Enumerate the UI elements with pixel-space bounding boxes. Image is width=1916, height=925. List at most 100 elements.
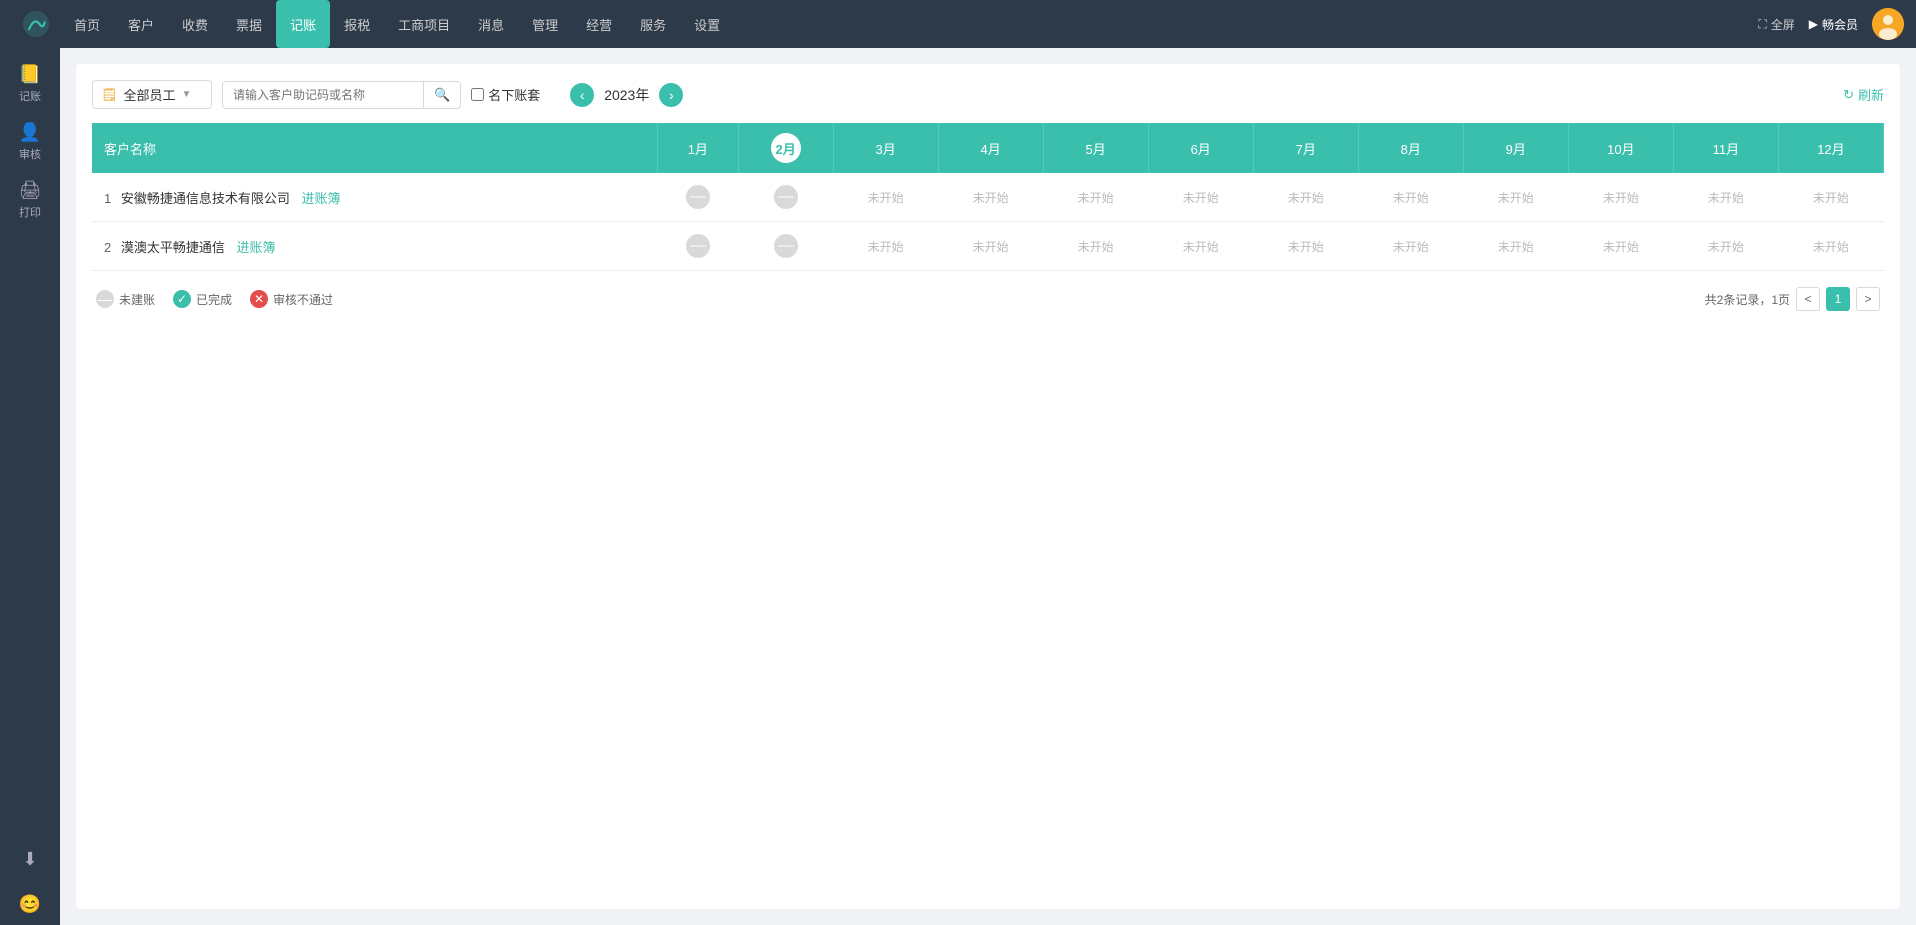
month-cell-m12: 未开始 — [1778, 222, 1883, 271]
fullscreen-icon: ⛶ — [1758, 17, 1766, 32]
month-cell-m1[interactable]: — — [657, 222, 738, 271]
col-header-m6: 6月 — [1148, 123, 1253, 173]
not-started-label: 未开始 — [1078, 240, 1114, 254]
col-header-m9: 9月 — [1463, 123, 1568, 173]
current-month-circle: 2月 — [771, 133, 801, 163]
search-input[interactable] — [223, 83, 423, 107]
col-header-m1: 1月 — [657, 123, 738, 173]
vip-button[interactable]: ▶ 畅会员 — [1809, 16, 1858, 33]
month-cell-m8: 未开始 — [1358, 173, 1463, 222]
col-header-m7: 7月 — [1253, 123, 1358, 173]
not-started-label: 未开始 — [1393, 191, 1429, 205]
refresh-icon: ↻ — [1843, 87, 1854, 103]
not-started-label: 未开始 — [1183, 191, 1219, 205]
support-icon: 😊 — [19, 894, 41, 915]
my-accounts-checkbox[interactable]: 名下账套 — [471, 85, 540, 104]
month-cell-m1[interactable]: — — [657, 173, 738, 222]
refresh-button[interactable]: ↻ 刷新 — [1843, 85, 1884, 104]
table-row: 1 安徽畅捷通信息技术有限公司 进账簿 ——未开始未开始未开始未开始未开始未开始… — [92, 173, 1884, 222]
month-cell-m3: 未开始 — [833, 222, 938, 271]
not-started-label: 未开始 — [1603, 240, 1639, 254]
not-started-label: 未开始 — [868, 191, 904, 205]
not-started-label: 未开始 — [1288, 191, 1324, 205]
sidebar-item-download[interactable]: ⬇ — [2, 841, 58, 878]
my-accounts-check[interactable] — [471, 88, 484, 101]
nav-business[interactable]: 工商项目 — [384, 0, 464, 48]
nav-right: ⛶ 全屏 ▶ 畅会员 — [1758, 8, 1904, 40]
month-cell-m12: 未开始 — [1778, 173, 1883, 222]
prev-page-button[interactable]: < — [1796, 287, 1820, 311]
employee-select[interactable]: 🗒 全部员工 ▼ — [92, 80, 212, 109]
legend-completed: ✓ 已完成 — [173, 290, 232, 308]
not-started-label: 未开始 — [1288, 240, 1324, 254]
nav-service[interactable]: 服务 — [626, 0, 680, 48]
bookkeeping-icon: 📒 — [19, 64, 41, 85]
search-button[interactable]: 🔍 — [423, 82, 460, 108]
month-cell-m8: 未开始 — [1358, 222, 1463, 271]
next-page-button[interactable]: > — [1856, 287, 1880, 311]
month-cell-m2[interactable]: — — [738, 222, 833, 271]
search-box: 🔍 — [222, 81, 461, 109]
month-cell-m2[interactable]: — — [738, 173, 833, 222]
nav-billing[interactable]: 收费 — [168, 0, 222, 48]
fullscreen-button[interactable]: ⛶ 全屏 — [1758, 16, 1794, 33]
not-started-label: 未开始 — [1078, 191, 1114, 205]
col-header-m8: 8月 — [1358, 123, 1463, 173]
legend-rejected: ✕ 审核不通过 — [250, 290, 333, 308]
my-accounts-label: 名下账套 — [488, 85, 540, 104]
nav-manage[interactable]: 管理 — [518, 0, 572, 48]
nav-customer[interactable]: 客户 — [114, 0, 168, 48]
main-content: 🗒 全部员工 ▼ 🔍 名下账套 ‹ 2023年 › ↻ 刷新 — [60, 48, 1916, 925]
page-1-button[interactable]: 1 — [1826, 287, 1850, 311]
month-cell-m4: 未开始 — [938, 222, 1043, 271]
nav-invoice[interactable]: 票据 — [222, 0, 276, 48]
next-year-button[interactable]: › — [659, 83, 683, 107]
status-dash-icon: — — [686, 234, 710, 258]
vip-icon: ▶ — [1809, 17, 1818, 31]
nav-tax[interactable]: 报税 — [330, 0, 384, 48]
nav-bookkeeping[interactable]: 记账 — [276, 0, 330, 48]
prev-year-button[interactable]: ‹ — [570, 83, 594, 107]
sidebar-item-audit[interactable]: 👤 审核 — [2, 114, 58, 170]
print-icon: 🖨 — [19, 180, 42, 201]
not-started-label: 未开始 — [1813, 191, 1849, 205]
nav-home[interactable]: 首页 — [60, 0, 114, 48]
sidebar-item-label: 记账 — [19, 88, 41, 104]
not-started-label: 未开始 — [868, 240, 904, 254]
avatar[interactable] — [1872, 8, 1904, 40]
month-cell-m9: 未开始 — [1463, 222, 1568, 271]
sidebar: 📒 记账 👤 审核 🖨 打印 ⬇ 😊 — [0, 48, 60, 925]
client-name-cell: 2 漠澳太平畅捷通信 进账簿 — [92, 222, 657, 271]
month-cell-m7: 未开始 — [1253, 222, 1358, 271]
enter-ledger-link[interactable]: 进账簿 — [237, 240, 276, 255]
legend: — 未建账 ✓ 已完成 ✕ 审核不通过 — [96, 290, 333, 308]
toolbar: 🗒 全部员工 ▼ 🔍 名下账套 ‹ 2023年 › ↻ 刷新 — [92, 80, 1884, 109]
month-cell-m11: 未开始 — [1673, 173, 1778, 222]
top-nav: 首页 客户 收费 票据 记账 报税 工商项目 消息 管理 经营 服务 设置 ⛶ … — [0, 0, 1916, 48]
nav-settings[interactable]: 设置 — [680, 0, 734, 48]
enter-ledger-link[interactable]: 进账簿 — [302, 191, 341, 206]
not-started-label: 未开始 — [1498, 240, 1534, 254]
nav-operation[interactable]: 经营 — [572, 0, 626, 48]
month-cell-m5: 未开始 — [1043, 222, 1148, 271]
not-started-label: 未开始 — [1183, 240, 1219, 254]
not-started-label: 未开始 — [973, 240, 1009, 254]
col-header-m10: 10月 — [1568, 123, 1673, 173]
table-container: 客户名称 1月 2月 3月 4月 5月 6月 7月 8月 9月 10月 11月 — [92, 123, 1884, 271]
month-cell-m7: 未开始 — [1253, 173, 1358, 222]
sidebar-item-bookkeeping[interactable]: 📒 记账 — [2, 56, 58, 112]
legend-not-built: — 未建账 — [96, 290, 155, 308]
status-dash-icon: — — [774, 185, 798, 209]
month-cell-m6: 未开始 — [1148, 173, 1253, 222]
not-started-label: 未开始 — [1813, 240, 1849, 254]
sidebar-item-label: 审核 — [19, 146, 41, 162]
sidebar-item-support[interactable]: 😊 — [2, 886, 58, 923]
month-cell-m9: 未开始 — [1463, 173, 1568, 222]
sidebar-item-print[interactable]: 🖨 打印 — [2, 172, 58, 228]
logo[interactable] — [12, 10, 60, 38]
nav-message[interactable]: 消息 — [464, 0, 518, 48]
footer-bar: — 未建账 ✓ 已完成 ✕ 审核不通过 共2条记 — [92, 287, 1884, 311]
col-header-m5: 5月 — [1043, 123, 1148, 173]
employee-icon: 🗒 — [101, 87, 118, 103]
not-started-label: 未开始 — [1708, 240, 1744, 254]
